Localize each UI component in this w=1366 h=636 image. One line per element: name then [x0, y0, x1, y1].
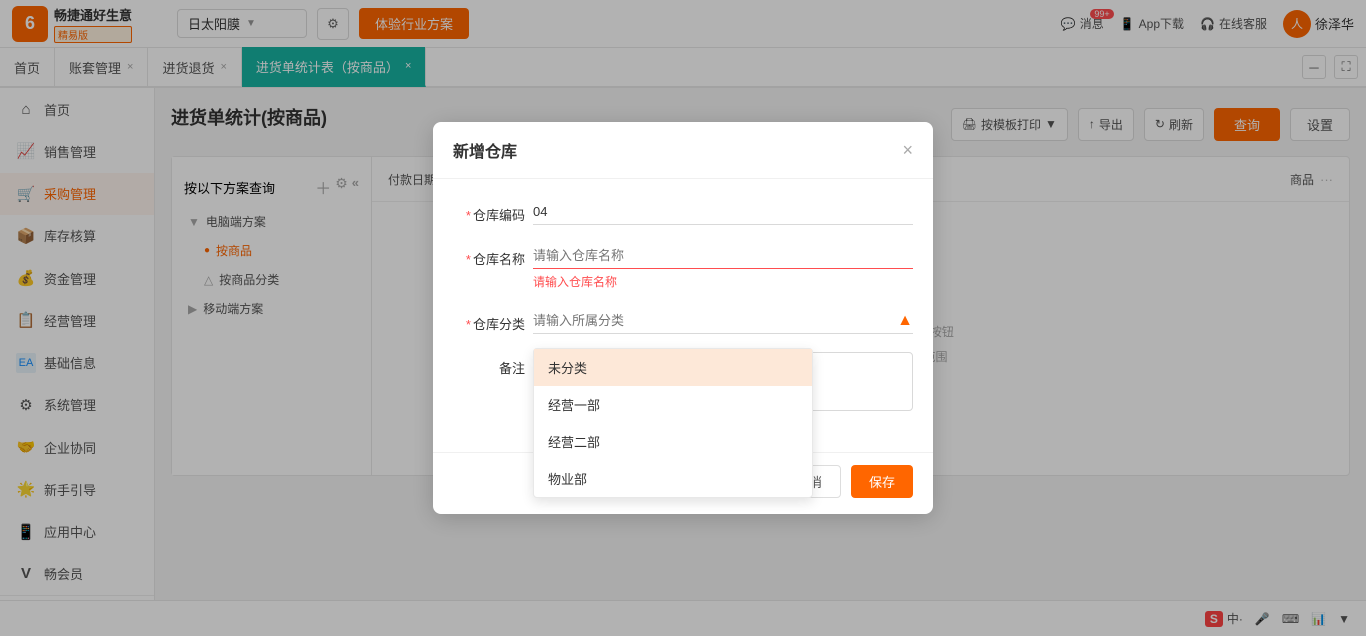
dialog-close-button[interactable]: ×	[902, 140, 913, 161]
warehouse-code-wrap	[533, 199, 913, 225]
dropdown-item-3[interactable]: 物业部	[534, 460, 812, 497]
warehouse-name-error: 请输入仓库名称	[533, 273, 913, 290]
warehouse-name-label: *仓库名称	[453, 243, 533, 268]
save-button[interactable]: 保存	[851, 465, 913, 498]
warehouse-name-wrap: 请输入仓库名称	[533, 243, 913, 290]
dialog-body: *仓库编码 *仓库名称 请输入仓库名称 *仓库分类	[433, 179, 933, 452]
form-row-code: *仓库编码	[453, 199, 913, 225]
dropdown-item-0[interactable]: 未分类	[534, 349, 812, 386]
form-row-name: *仓库名称 请输入仓库名称	[453, 243, 913, 290]
required-star-code: *	[466, 208, 471, 223]
category-input-wrapper: ▲	[533, 308, 913, 334]
category-dropdown: 未分类 经营一部 经营二部 物业部	[533, 348, 813, 498]
new-warehouse-dialog: 新增仓库 × *仓库编码 *仓库名称 请输入仓库名称	[433, 122, 933, 514]
dropdown-item-1[interactable]: 经营一部	[534, 386, 812, 423]
dialog-header: 新增仓库 ×	[433, 122, 933, 179]
dialog-title: 新增仓库	[453, 138, 517, 162]
form-row-category: *仓库分类 ▲ 未分类 经营一部 经营二部 物业部	[453, 308, 913, 334]
warehouse-category-input[interactable]	[533, 308, 897, 333]
modal-overlay: 新增仓库 × *仓库编码 *仓库名称 请输入仓库名称	[0, 0, 1366, 636]
dropdown-item-2[interactable]: 经营二部	[534, 423, 812, 460]
category-toggle-icon[interactable]: ▲	[897, 312, 913, 330]
warehouse-category-wrap: ▲ 未分类 经营一部 经营二部 物业部	[533, 308, 913, 334]
warehouse-category-label: *仓库分类	[453, 308, 533, 333]
warehouse-code-input[interactable]	[533, 199, 913, 225]
warehouse-name-input[interactable]	[533, 243, 913, 269]
required-star-category: *	[466, 317, 471, 332]
required-star-name: *	[466, 252, 471, 267]
warehouse-code-label: *仓库编码	[453, 199, 533, 224]
notes-label: 备注	[453, 352, 533, 377]
